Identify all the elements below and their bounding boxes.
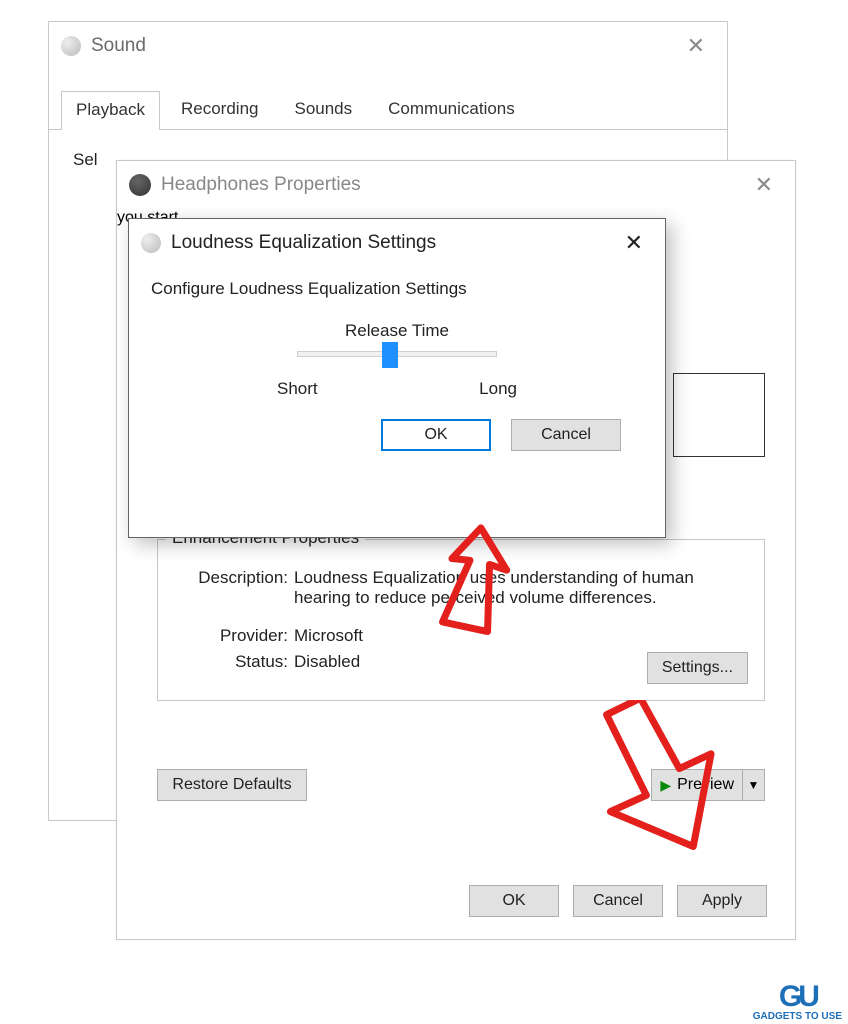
provider-label: Provider: — [176, 626, 294, 646]
le-footer: OK Cancel — [151, 419, 643, 451]
ok-button[interactable]: OK — [381, 419, 491, 451]
headphones-icon — [129, 174, 151, 196]
sound-title: Sound — [91, 35, 146, 57]
apply-button[interactable]: Apply — [677, 885, 767, 917]
cancel-button[interactable]: Cancel — [573, 885, 663, 917]
watermark-logo-text: GU — [753, 982, 842, 1012]
checkbox-list-fragment — [673, 373, 765, 457]
le-body: Configure Loudness Equalization Settings… — [129, 267, 665, 469]
speaker-icon — [141, 233, 161, 253]
description-value: Loudness Equalization uses understanding… — [294, 568, 746, 608]
tab-recording[interactable]: Recording — [166, 90, 274, 129]
description-label: Description: — [176, 568, 294, 608]
props-footer: OK Cancel Apply — [117, 885, 795, 917]
release-time-label: Release Time — [151, 321, 643, 341]
preview-label: Preview — [677, 776, 742, 794]
close-icon[interactable]: ✕ — [745, 168, 783, 202]
sound-body-text: Sel — [73, 150, 98, 169]
provider-row: Provider: Microsoft — [176, 626, 746, 646]
props-titlebar[interactable]: Headphones Properties ✕ — [117, 161, 795, 209]
close-icon[interactable]: ✕ — [677, 29, 715, 63]
slider-min-label: Short — [277, 379, 318, 399]
sound-tabs: Playback Recording Sounds Communications — [49, 90, 727, 130]
watermark-text: GADGETS TO USE — [753, 1012, 842, 1022]
watermark-logo: GU GADGETS TO USE — [753, 982, 842, 1022]
tab-playback[interactable]: Playback — [61, 91, 160, 130]
loudness-equalization-dialog: Loudness Equalization Settings ✕ Configu… — [128, 218, 666, 538]
enhancement-properties-group: Enhancement Properties Description: Loud… — [157, 539, 765, 701]
release-time-slider[interactable] — [297, 351, 497, 357]
close-icon[interactable]: ✕ — [615, 226, 653, 260]
preview-split-button[interactable]: ▶ Preview ▼ — [651, 769, 765, 801]
restore-preview-row: Restore Defaults ▶ Preview ▼ — [157, 769, 765, 801]
slider-max-label: Long — [479, 379, 517, 399]
le-title: Loudness Equalization Settings — [171, 232, 436, 254]
release-time-slider-group: Release Time Short Long — [151, 321, 643, 399]
le-titlebar[interactable]: Loudness Equalization Settings ✕ — [129, 219, 665, 267]
play-icon: ▶ — [660, 777, 671, 794]
chevron-down-icon[interactable]: ▼ — [742, 770, 764, 800]
props-title: Headphones Properties — [161, 174, 361, 196]
description-row: Description: Loudness Equalization uses … — [176, 568, 746, 608]
cancel-button[interactable]: Cancel — [511, 419, 621, 451]
provider-value: Microsoft — [294, 626, 746, 646]
restore-defaults-button[interactable]: Restore Defaults — [157, 769, 307, 801]
le-config-label: Configure Loudness Equalization Settings — [151, 279, 643, 299]
tab-communications[interactable]: Communications — [373, 90, 530, 129]
status-label: Status: — [176, 652, 294, 672]
slider-scale: Short Long — [277, 379, 517, 399]
sound-icon — [61, 36, 81, 56]
tab-sounds[interactable]: Sounds — [279, 90, 367, 129]
settings-button[interactable]: Settings... — [647, 652, 748, 684]
sound-titlebar[interactable]: Sound ✕ — [49, 22, 727, 70]
slider-thumb[interactable] — [382, 342, 398, 368]
ok-button[interactable]: OK — [469, 885, 559, 917]
